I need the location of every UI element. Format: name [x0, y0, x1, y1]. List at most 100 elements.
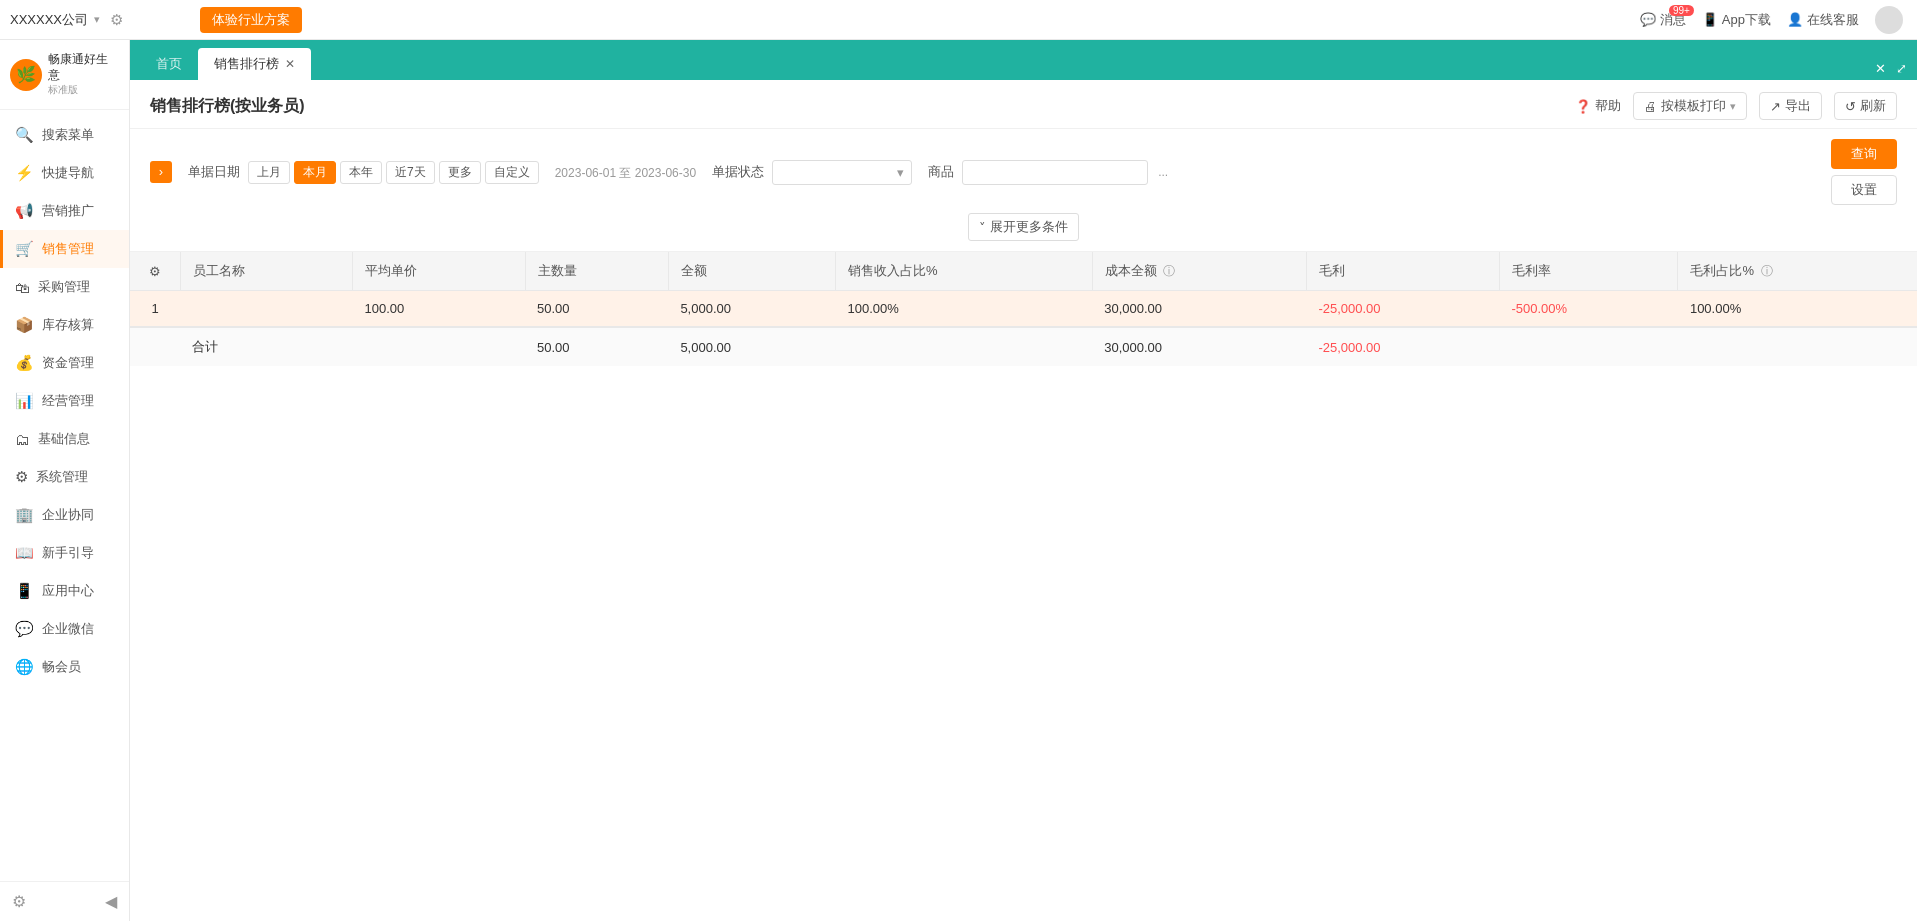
td-rank: 1 — [130, 291, 180, 328]
goods-input[interactable] — [962, 160, 1148, 185]
avatar-area[interactable] — [1875, 6, 1907, 34]
main-layout: 🌿 畅康通好生意 标准版 🔍 搜索菜单 ⚡ 快捷导航 📢 营销推广 🛒 销售管理 — [0, 40, 1917, 921]
cost-help-icon[interactable]: ⓘ — [1163, 264, 1175, 278]
sidebar-item-system[interactable]: ⚙ 系统管理 — [0, 458, 129, 496]
sidebar-logo: 🌿 畅康通好生意 标准版 — [0, 40, 129, 110]
sidebar-collapse-icon[interactable]: ◀ — [105, 892, 117, 911]
expand-label: 展开更多条件 — [990, 218, 1068, 236]
date-range-display: 2023-06-01 至 2023-06-30 — [555, 163, 696, 182]
date-opt-last-month[interactable]: 上月 — [248, 161, 290, 184]
col-settings-icon[interactable]: ⚙ — [149, 264, 161, 279]
sidebar-item-quick-nav[interactable]: ⚡ 快捷导航 — [0, 154, 129, 192]
sidebar-item-label: 应用中心 — [42, 582, 94, 600]
print-btn[interactable]: 🖨 按模板打印 ▾ — [1633, 92, 1747, 120]
date-opt-more[interactable]: 更多 — [439, 161, 481, 184]
tab-home-label: 首页 — [156, 55, 182, 73]
tab-expand-icon[interactable]: ⤢ — [1896, 61, 1907, 76]
th-gross-pct: 毛利占比% ⓘ — [1678, 252, 1917, 291]
expand-conditions-btn[interactable]: ˅ 展开更多条件 — [968, 213, 1079, 241]
company-selector[interactable]: XXXXXX公司 ▾ ⚙ — [10, 11, 190, 29]
col-gross-rate-label: 毛利率 — [1512, 263, 1551, 278]
settings-btn[interactable]: 设置 — [1831, 175, 1897, 205]
message-badge: 99+ — [1669, 5, 1694, 16]
top-bar: XXXXXX公司 ▾ ⚙ 体验行业方案 💬 消息 99+ 📱 App下载 👤 在… — [0, 0, 1917, 40]
enterprise-icon: 🏢 — [15, 506, 34, 524]
date-options: 上月 本月 本年 近7天 更多 自定义 — [248, 161, 539, 184]
th-settings: ⚙ — [130, 252, 180, 291]
export-icon: ↗ — [1770, 99, 1781, 114]
tab-close-icon[interactable]: ✕ — [285, 57, 295, 71]
refresh-btn[interactable]: ↺ 刷新 — [1834, 92, 1897, 120]
member-icon: 🌐 — [15, 658, 34, 676]
table-header: ⚙ 员工名称 平均单价 主数量 — [130, 252, 1917, 291]
col-gross-label: 毛利 — [1319, 263, 1345, 278]
td-avg-price: 100.00 — [353, 291, 526, 328]
experience-btn[interactable]: 体验行业方案 — [200, 7, 302, 33]
td-sales-pct: 100.00% — [836, 291, 1093, 328]
sidebar-item-basic[interactable]: 🗂 基础信息 — [0, 420, 129, 458]
sidebar-item-wechat[interactable]: 💬 企业微信 — [0, 610, 129, 648]
tfoot-gross-rate — [1499, 327, 1677, 366]
date-opt-this-month[interactable]: 本月 — [294, 161, 336, 184]
sidebar-item-marketing[interactable]: 📢 营销推广 — [0, 192, 129, 230]
sidebar-item-label: 企业微信 — [42, 620, 94, 638]
col-avg-price-label: 平均单价 — [365, 263, 417, 278]
status-select[interactable] — [772, 160, 912, 185]
sidebar-item-label: 营销推广 — [42, 202, 94, 220]
logo-icon: 🌿 — [10, 59, 42, 91]
export-btn[interactable]: ↗ 导出 — [1759, 92, 1822, 120]
company-name: XXXXXX公司 — [10, 11, 88, 29]
date-range-text: 2023-06-01 至 2023-06-30 — [555, 165, 696, 182]
search-icon: 🔍 — [15, 126, 34, 144]
tab-sales-rank[interactable]: 销售排行榜 ✕ — [198, 48, 311, 80]
sidebar-item-enterprise[interactable]: 🏢 企业协同 — [0, 496, 129, 534]
refresh-label: 刷新 — [1860, 97, 1886, 115]
user-avatar — [1875, 6, 1903, 34]
sidebar-item-sales[interactable]: 🛒 销售管理 — [0, 230, 129, 268]
online-service-btn[interactable]: 👤 在线客服 — [1787, 11, 1859, 29]
logo-sub: 标准版 — [48, 83, 119, 97]
sidebar-item-search[interactable]: 🔍 搜索菜单 — [0, 116, 129, 154]
tfoot-empty-1 — [130, 327, 180, 366]
date-opt-this-year[interactable]: 本年 — [340, 161, 382, 184]
sidebar-item-member[interactable]: 🌐 畅会员 — [0, 648, 129, 686]
th-avg-price: 平均单价 — [353, 252, 526, 291]
message-btn[interactable]: 💬 消息 99+ — [1640, 11, 1686, 29]
settings-icon[interactable]: ⚙ — [110, 11, 123, 29]
td-cost-amount: 30,000.00 — [1092, 291, 1306, 328]
query-btn[interactable]: 查询 — [1831, 139, 1897, 169]
sidebar-nav: 🔍 搜索菜单 ⚡ 快捷导航 📢 营销推广 🛒 销售管理 🛍 采购管理 📦 — [0, 110, 129, 881]
guide-icon: 📖 — [15, 544, 34, 562]
date-opt-custom[interactable]: 自定义 — [485, 161, 539, 184]
tab-close-all-icon[interactable]: ✕ — [1875, 61, 1886, 76]
message-icon: 💬 — [1640, 12, 1656, 27]
app-download-btn[interactable]: 📱 App下载 — [1702, 11, 1771, 29]
sidebar-item-operations[interactable]: 📊 经营管理 — [0, 382, 129, 420]
filter-toggle-btn[interactable]: › — [150, 161, 172, 183]
tab-home[interactable]: 首页 — [140, 48, 198, 80]
col-gross-pct-label: 毛利占比% — [1690, 263, 1754, 278]
filter-status: 单据状态 — [712, 160, 912, 185]
status-filter-label: 单据状态 — [712, 163, 764, 181]
help-btn[interactable]: ❓ 帮助 — [1575, 97, 1621, 115]
col-amount-label: 全额 — [681, 263, 707, 278]
gross-pct-help-icon[interactable]: ⓘ — [1761, 264, 1773, 278]
date-opt-7days[interactable]: 近7天 — [386, 161, 435, 184]
tfoot-total-label: 合计 — [180, 327, 353, 366]
sidebar-settings-icon[interactable]: ⚙ — [12, 892, 26, 911]
sidebar-item-app-center[interactable]: 📱 应用中心 — [0, 572, 129, 610]
sidebar-bottom: ⚙ ◀ — [0, 881, 129, 921]
sidebar-item-purchase[interactable]: 🛍 采购管理 — [0, 268, 129, 306]
td-amount: 5,000.00 — [668, 291, 835, 328]
tfoot-empty-4 — [1678, 327, 1917, 366]
col-cost-label: 成本全额 — [1105, 263, 1157, 278]
company-dropdown-icon[interactable]: ▾ — [94, 13, 100, 26]
sidebar-item-guide[interactable]: 📖 新手引导 — [0, 534, 129, 572]
sidebar-item-finance[interactable]: 💰 资金管理 — [0, 344, 129, 382]
filter-more-row: ˅ 展开更多条件 — [150, 213, 1897, 241]
sidebar-item-inventory[interactable]: 📦 库存核算 — [0, 306, 129, 344]
basic-icon: 🗂 — [15, 431, 30, 448]
tfoot-empty-3 — [836, 327, 1093, 366]
goods-more-icon[interactable]: ... — [1158, 165, 1168, 179]
date-filter-label: 单据日期 — [188, 163, 240, 181]
